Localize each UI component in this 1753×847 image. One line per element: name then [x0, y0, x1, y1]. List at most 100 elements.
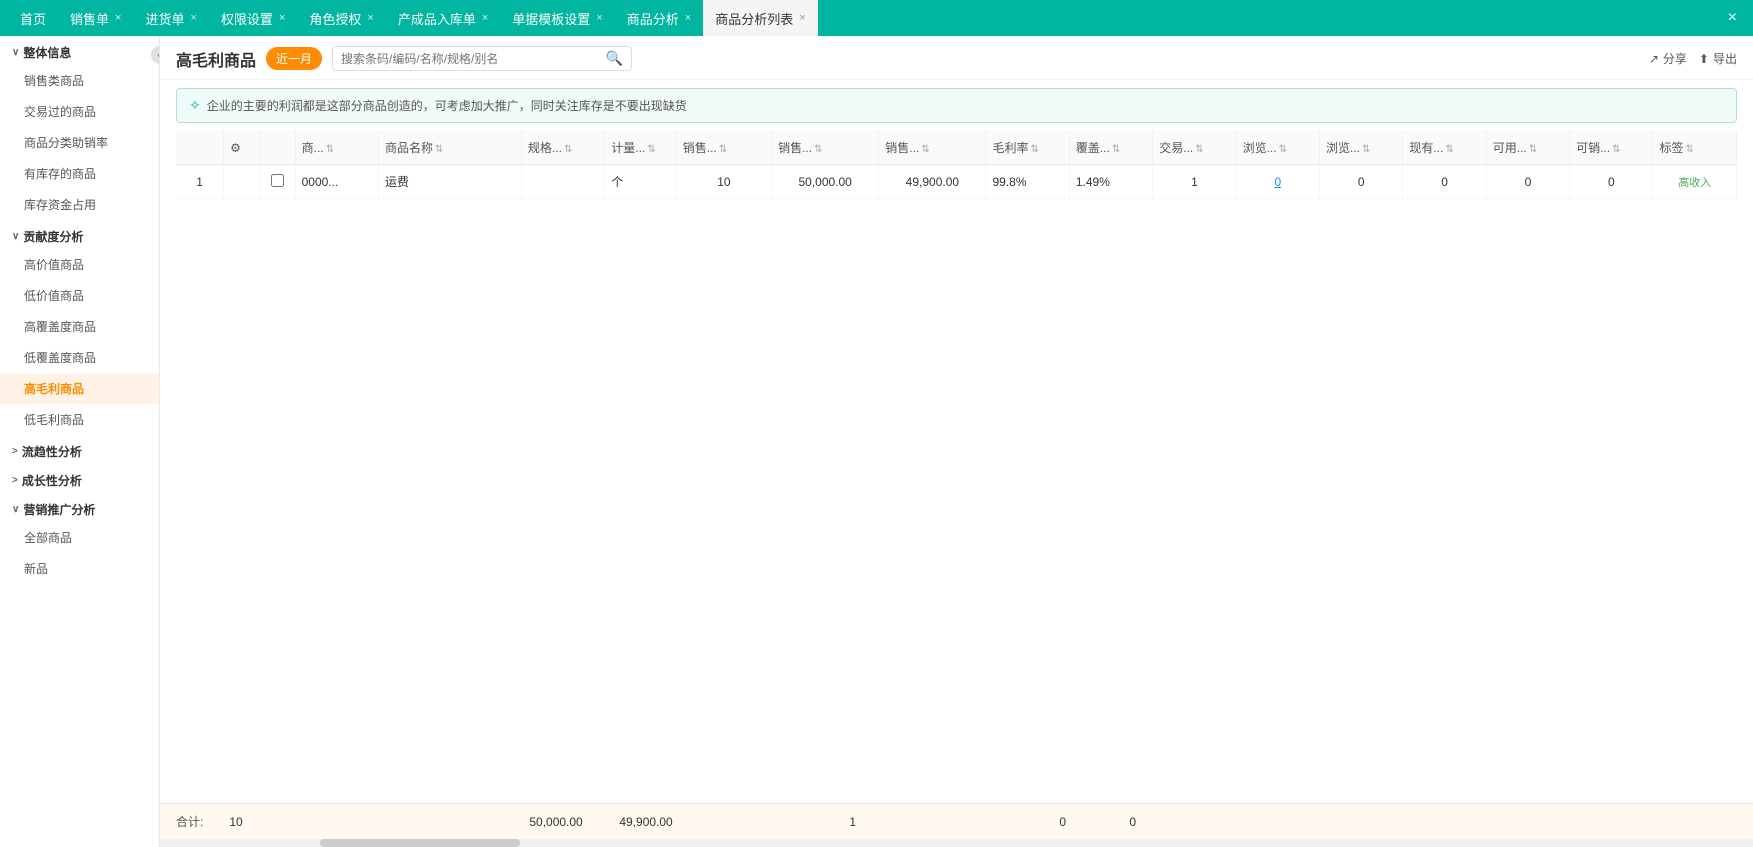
col-header-browse1[interactable]: 浏览...⇅ — [1236, 131, 1319, 165]
sidebar-group-title[interactable]: > 成长性分析 — [0, 464, 159, 493]
search-box: 🔍 — [332, 46, 632, 71]
col-header-sales3[interactable]: 销售...⇅ — [879, 131, 986, 165]
col-header-browse2[interactable]: 浏览...⇅ — [1319, 131, 1402, 165]
info-icon: ✧ — [189, 97, 201, 114]
close-all-button[interactable]: × — [1720, 9, 1745, 27]
sidebar-item[interactable]: 交易过的商品 — [0, 96, 159, 127]
sidebar-item[interactable]: 高价值商品 — [0, 249, 159, 280]
info-text: 企业的主要的利润都是这部分商品创造的，可考虑加大推广，同时关注库存是不要出现缺货 — [207, 97, 687, 114]
col-header-margin[interactable]: 毛利率⇅ — [986, 131, 1069, 165]
sidebar-group-title[interactable]: >流趋性分析 — [0, 435, 159, 464]
sidebar-group-title[interactable]: ∨ 营销推广分析 — [0, 493, 159, 522]
sidebar-item[interactable]: 低价值商品 — [0, 280, 159, 311]
col-header-sales1[interactable]: 销售...⇅ — [676, 131, 771, 165]
tab-close-icon[interactable]: × — [367, 12, 373, 24]
tab-close-icon[interactable]: × — [596, 12, 602, 24]
settings-icon[interactable]: ⚙ — [230, 141, 241, 155]
sort-icon: ⇅ — [1529, 144, 1537, 155]
col-header-coverage[interactable]: 覆盖...⇅ — [1069, 131, 1152, 165]
data-table: ⚙商...⇅商品名称⇅规格...⇅计量...⇅销售...⇅销售...⇅销售...… — [176, 131, 1737, 199]
search-input[interactable] — [341, 52, 606, 66]
nav-tab[interactable]: 权限设置× — [209, 0, 297, 36]
footer-available: 0 — [1123, 815, 1193, 829]
row-checkbox[interactable] — [271, 174, 284, 187]
export-button[interactable]: ⬆ 导出 — [1699, 50, 1737, 67]
sidebar: « ∨整体信息销售类商品交易过的商品商品分类助销率有库存的商品库存资金占用∨贡献… — [0, 36, 160, 847]
nav-tab[interactable]: 进货单× — [133, 0, 208, 36]
nav-tab[interactable]: 单据模板设置× — [500, 0, 614, 36]
tab-close-icon[interactable]: × — [279, 12, 285, 24]
nav-tab[interactable]: 产成品入库单× — [386, 0, 500, 36]
search-icon[interactable]: 🔍 — [606, 50, 623, 67]
share-button[interactable]: ↗ 分享 — [1649, 50, 1687, 67]
tab-close-icon[interactable]: × — [482, 12, 488, 24]
export-label: 导出 — [1713, 50, 1737, 67]
nav-tab[interactable]: 首页 — [8, 0, 58, 36]
filter-button[interactable]: 近一月 — [266, 47, 322, 70]
footer-current: 0 — [1053, 815, 1123, 829]
high-income-tag: 高收入 — [1678, 177, 1711, 189]
sidebar-group-title[interactable]: ∨整体信息 — [0, 36, 159, 65]
sort-icon: ⇅ — [326, 144, 334, 155]
nav-tab[interactable]: 商品分析× — [615, 0, 703, 36]
sidebar-group-label: 成长性分析 — [22, 472, 82, 489]
col-header-checkbox[interactable] — [259, 131, 295, 165]
nav-tab[interactable]: 销售单× — [58, 0, 133, 36]
content-area: 高毛利商品 近一月 🔍 ↗ 分享 ⬆ 导出 — [160, 36, 1753, 847]
sidebar-item[interactable]: 库存资金占用 — [0, 189, 159, 220]
sort-icon: ⇅ — [719, 144, 727, 155]
sidebar-item[interactable]: 商品分类助销率 — [0, 127, 159, 158]
sidebar-group-arrow-icon: ∨ — [12, 504, 19, 515]
col-header-code[interactable]: 商...⇅ — [295, 131, 378, 165]
cell-coverage: 1.49% — [1069, 165, 1152, 199]
page-title: 高毛利商品 — [176, 47, 256, 71]
col-header-name[interactable]: 商品名称⇅ — [378, 131, 521, 165]
cell-trade: 1 — [1153, 165, 1236, 199]
sidebar-item[interactable]: 高毛利商品 — [0, 373, 159, 404]
sidebar-item[interactable]: 低覆盖度商品 — [0, 342, 159, 373]
cell-margin: 99.8% — [986, 165, 1069, 199]
sidebar-group-arrow-icon: ∨ — [12, 47, 19, 58]
tab-close-icon[interactable]: × — [190, 12, 196, 24]
sort-icon: ⇅ — [1195, 144, 1203, 155]
sort-icon: ⇅ — [435, 144, 443, 155]
sidebar-item[interactable]: 销售类商品 — [0, 65, 159, 96]
sidebar-group-label: 营销推广分析 — [23, 501, 95, 518]
col-header-tag[interactable]: 标签⇅ — [1653, 131, 1737, 165]
col-header-current[interactable]: 现有...⇅ — [1403, 131, 1486, 165]
tab-close-icon[interactable]: × — [799, 12, 805, 24]
sidebar-item[interactable]: 有库存的商品 — [0, 158, 159, 189]
content-header: 高毛利商品 近一月 🔍 ↗ 分享 ⬆ 导出 — [160, 36, 1753, 80]
sidebar-item[interactable]: 全部商品 — [0, 522, 159, 553]
col-header-unit[interactable]: 计量...⇅ — [605, 131, 676, 165]
tab-close-icon[interactable]: × — [685, 12, 691, 24]
col-header-trade[interactable]: 交易...⇅ — [1153, 131, 1236, 165]
nav-tab[interactable]: 商品分析列表× — [703, 0, 817, 36]
top-nav: 首页销售单×进货单×权限设置×角色授权×产成品入库单×单据模板设置×商品分析×商… — [0, 0, 1753, 36]
sidebar-item[interactable]: 高覆盖度商品 — [0, 311, 159, 342]
share-icon: ↗ — [1649, 52, 1659, 66]
sort-icon: ⇅ — [1279, 144, 1287, 155]
browse1-link[interactable]: 0 — [1274, 175, 1281, 189]
col-header-available[interactable]: 可用...⇅ — [1486, 131, 1569, 165]
sidebar-group-arrow-icon: > — [12, 446, 18, 457]
info-banner: ✧ 企业的主要的利润都是这部分商品创造的，可考虑加大推广，同时关注库存是不要出现… — [176, 88, 1737, 123]
sidebar-item[interactable]: 低毛利商品 — [0, 404, 159, 435]
table-row: 10000...运费个1050,000.0049,900.0099.8%1.49… — [176, 165, 1737, 199]
col-header-saleable[interactable]: 可销...⇅ — [1570, 131, 1653, 165]
sort-icon: ⇅ — [921, 144, 929, 155]
sidebar-item[interactable]: 新品 — [0, 553, 159, 584]
footer-values: 10 50,000.00 49,900.00 1 0 0 — [223, 815, 1193, 829]
sidebar-group-arrow-icon: > — [12, 475, 18, 486]
sidebar-group-title[interactable]: ∨贡献度分析 — [0, 220, 159, 249]
cell-spec — [521, 165, 604, 199]
col-header-spec[interactable]: 规格...⇅ — [521, 131, 604, 165]
sort-icon: ⇅ — [647, 144, 655, 155]
tab-close-icon[interactable]: × — [115, 12, 121, 24]
cell-sales2: 50,000.00 — [772, 165, 879, 199]
col-header-settings[interactable]: ⚙ — [224, 131, 260, 165]
cell-available: 0 — [1486, 165, 1569, 199]
nav-tab[interactable]: 角色授权× — [297, 0, 385, 36]
col-header-sales2[interactable]: 销售...⇅ — [772, 131, 879, 165]
horizontal-scrollbar[interactable] — [160, 839, 1753, 847]
